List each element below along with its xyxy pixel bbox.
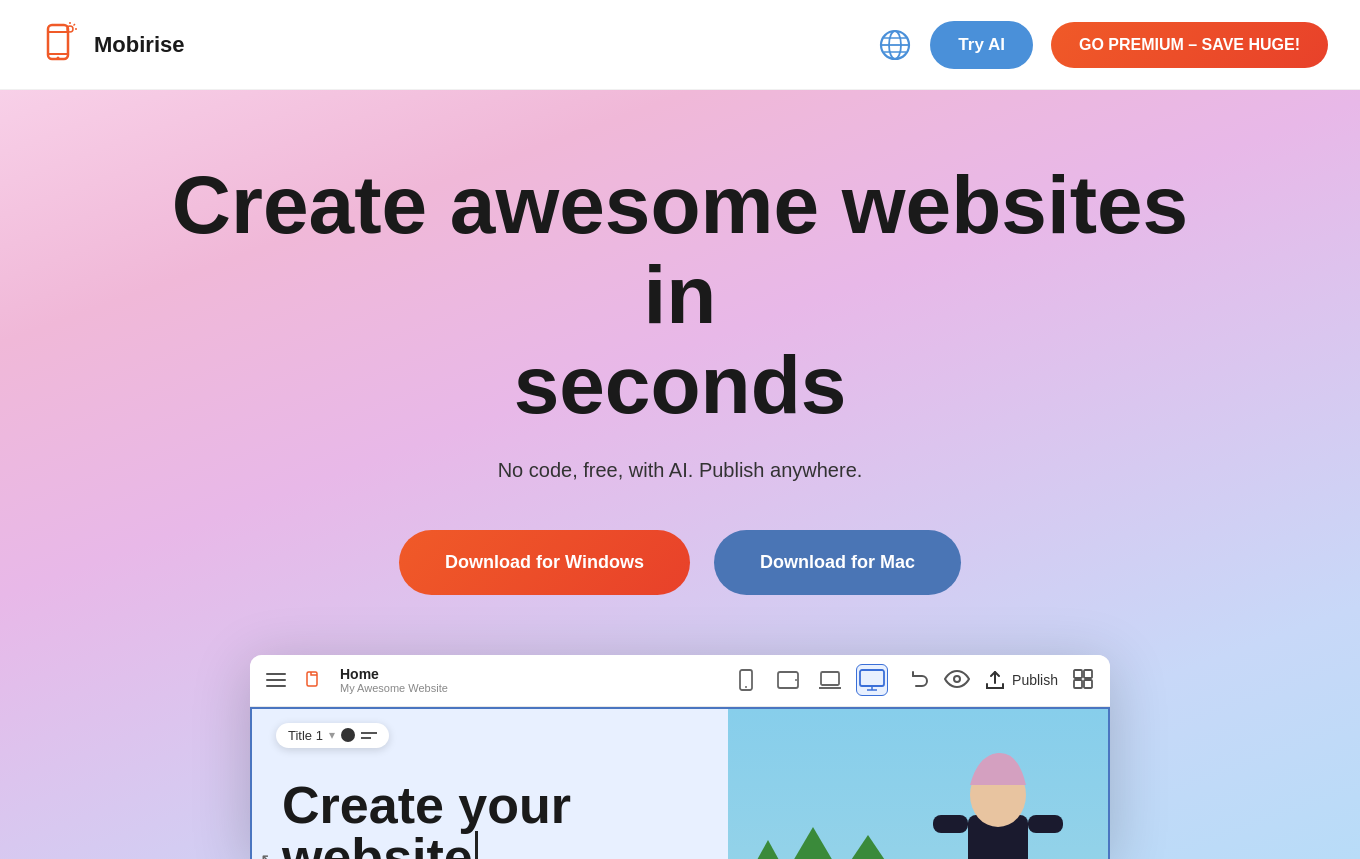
- toolbar-page-sub: My Awesome Website: [340, 682, 718, 694]
- upload-icon: [984, 669, 1006, 691]
- svg-point-24: [954, 676, 960, 682]
- menu-icon[interactable]: [266, 673, 286, 687]
- svg-line-7: [74, 24, 76, 26]
- text-cursor: [475, 831, 478, 859]
- page-icon: [304, 670, 324, 690]
- preview-button[interactable]: [944, 668, 970, 693]
- app-preview-window: Home My Awesome Website: [250, 655, 1110, 859]
- hero-subtitle: No code, free, with AI. Publish anywhere…: [498, 459, 863, 482]
- cta-buttons: Download for Windows Download for Mac: [399, 530, 961, 595]
- hero-title: Create awesome websites in seconds: [130, 160, 1230, 431]
- undo-icon: [908, 668, 930, 690]
- desktop-view-button[interactable]: [856, 664, 888, 696]
- app-toolbar: Home My Awesome Website: [250, 655, 1110, 707]
- header-actions: Try AI GO PREMIUM – SAVE HUGE!: [878, 21, 1328, 69]
- globe-icon: [878, 28, 912, 62]
- mobirise-logo-icon: [32, 19, 84, 71]
- download-mac-button[interactable]: Download for Mac: [714, 530, 961, 595]
- header: Mobirise Try AI GO PREMIUM – SAVE HUGE!: [0, 0, 1360, 90]
- undo-button[interactable]: [908, 668, 930, 693]
- svg-point-17: [795, 679, 797, 681]
- logo-text: Mobirise: [94, 32, 184, 58]
- svg-rect-26: [1084, 670, 1092, 678]
- toolbar-actions: Publish: [908, 668, 1094, 693]
- svg-marker-39: [786, 827, 840, 859]
- person-illustration: [918, 725, 1078, 859]
- toolbar-page-title: Home: [340, 666, 718, 682]
- dropdown-arrow: ▾: [329, 728, 335, 742]
- canvas-text-area: Title 1 ▾ Create your website: [252, 709, 728, 859]
- grid-icon: [1072, 668, 1094, 690]
- svg-rect-46: [933, 815, 968, 833]
- svg-rect-18: [821, 672, 839, 685]
- svg-rect-25: [1074, 670, 1082, 678]
- canvas-image-area: [728, 709, 1108, 859]
- svg-rect-47: [1028, 815, 1063, 833]
- svg-rect-20: [860, 670, 884, 686]
- more-options-button[interactable]: [1072, 668, 1094, 693]
- language-selector-button[interactable]: [878, 28, 912, 62]
- eye-icon: [944, 668, 970, 690]
- hero-section: Create awesome websites in seconds No co…: [0, 90, 1360, 859]
- svg-point-3: [57, 56, 60, 59]
- mobile-view-button[interactable]: [730, 664, 762, 696]
- text-format-toolbar[interactable]: Title 1 ▾: [276, 723, 389, 748]
- premium-button[interactable]: GO PREMIUM – SAVE HUGE!: [1051, 22, 1328, 68]
- text-align-icon: [361, 732, 377, 739]
- laptop-view-button[interactable]: [814, 664, 846, 696]
- toolbar-page-info: Home My Awesome Website: [340, 666, 718, 694]
- svg-point-15: [745, 686, 747, 688]
- publish-label: Publish: [1012, 672, 1058, 688]
- svg-rect-27: [1074, 680, 1082, 688]
- toolbar-device-icons: [730, 664, 888, 696]
- canvas-hero-text: Create your website: [282, 779, 698, 859]
- svg-rect-28: [1084, 680, 1092, 688]
- svg-marker-36: [746, 840, 790, 859]
- logo-area: Mobirise: [32, 19, 878, 71]
- publish-button[interactable]: Publish: [984, 669, 1058, 691]
- app-canvas: Title 1 ▾ Create your website: [250, 707, 1110, 859]
- svg-marker-42: [841, 835, 895, 859]
- svg-rect-13: [307, 672, 317, 686]
- canvas-content: Title 1 ▾ Create your website: [252, 709, 1108, 859]
- try-ai-button[interactable]: Try AI: [930, 21, 1033, 69]
- tablet-view-button[interactable]: [772, 664, 804, 696]
- canvas-pointer-cursor: ↖: [260, 849, 275, 859]
- text-color-dot[interactable]: [341, 728, 355, 742]
- trees-illustration: [728, 785, 908, 859]
- download-windows-button[interactable]: Download for Windows: [399, 530, 690, 595]
- text-style-label: Title 1: [288, 728, 323, 743]
